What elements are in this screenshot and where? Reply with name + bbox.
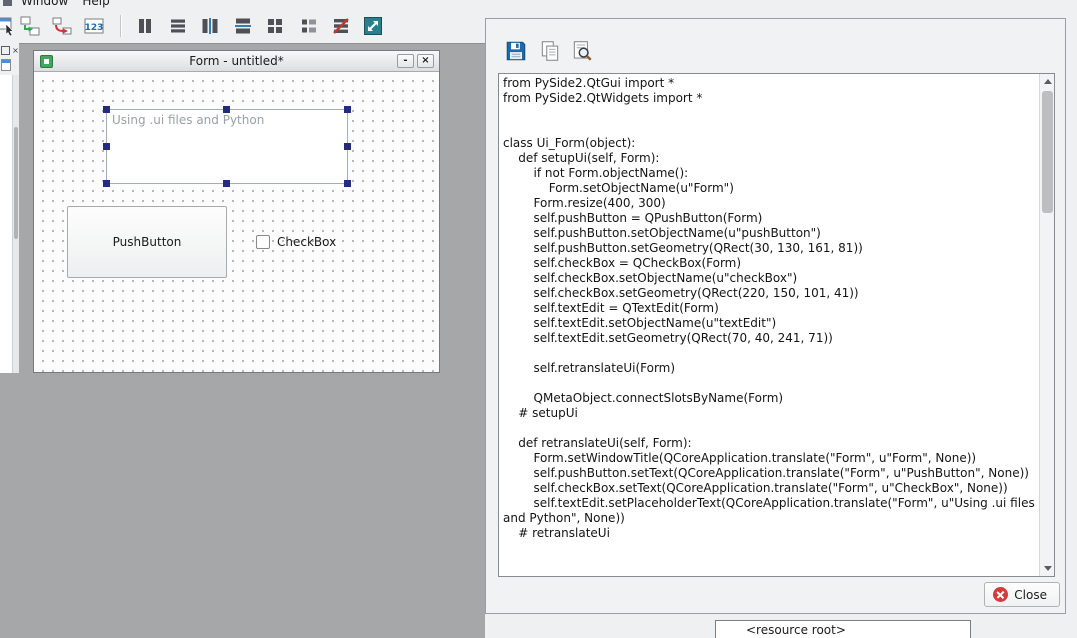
checkbox-label: CheckBox	[277, 235, 336, 249]
copy-icon[interactable]	[538, 39, 562, 63]
lay-out-vertically-in-splitter-icon[interactable]	[231, 14, 255, 38]
menubar: WindowHelp	[0, 0, 1077, 9]
close-button-label: Close	[1014, 588, 1047, 602]
resource-root-item[interactable]: <resource root>	[716, 621, 970, 637]
code-vertical-scrollbar[interactable]	[1039, 74, 1054, 576]
form-canvas[interactable]: Using .ui files and Python PushButton Ch…	[34, 72, 439, 372]
save-icon[interactable]	[504, 39, 528, 63]
form-window: Form - untitled* - × Using .ui files and…	[33, 50, 440, 373]
qt-designer-window: { "menubar": { "items": ["Window", "Help…	[0, 0, 1077, 638]
close-x-icon	[993, 587, 1008, 602]
adjust-size-icon[interactable]	[361, 14, 385, 38]
scroll-thumb[interactable]	[1042, 91, 1053, 213]
dock-close-icon[interactable]: ×	[11, 46, 20, 55]
widget-box-list[interactable]	[0, 75, 13, 373]
checkbox-widget[interactable]: CheckBox	[256, 234, 336, 250]
selection-handle[interactable]	[344, 180, 351, 187]
pushbutton-label: PushButton	[113, 235, 182, 249]
code-view[interactable]: from PySide2.QtGui import * from PySide2…	[498, 73, 1055, 577]
lay-out-in-form-layout-icon[interactable]	[297, 14, 321, 38]
toolbar-separator	[120, 15, 122, 37]
selection-handle[interactable]	[103, 180, 110, 187]
widget-box-scroll-thumb[interactable]	[14, 127, 18, 239]
form-minimize-button[interactable]: -	[397, 54, 414, 68]
find-icon[interactable]	[570, 39, 594, 63]
scroll-up-icon[interactable]	[1040, 74, 1055, 89]
edit-buddies-icon[interactable]	[50, 14, 74, 38]
code-dialog: from PySide2.QtGui import * from PySide2…	[485, 18, 1066, 614]
lay-out-vertically-icon[interactable]	[166, 14, 190, 38]
dock-float-icon[interactable]	[1, 46, 10, 55]
edit-tab-order-icon[interactable]: 123	[82, 14, 106, 38]
menu-icon	[3, 0, 12, 6]
selection-handle[interactable]	[103, 106, 110, 113]
textedit-placeholder: Using .ui files and Python	[107, 110, 347, 130]
checkbox-box	[256, 235, 270, 249]
code-text: from PySide2.QtGui import * from PySide2…	[499, 74, 1038, 576]
selection-handle[interactable]	[223, 106, 230, 113]
textedit-widget[interactable]: Using .ui files and Python	[106, 109, 348, 184]
pushbutton-widget[interactable]: PushButton	[67, 206, 227, 278]
selection-handle[interactable]	[223, 180, 230, 187]
scroll-down-icon[interactable]	[1040, 561, 1055, 576]
lay-out-horizontally-in-splitter-icon[interactable]	[198, 14, 222, 38]
selection-handle[interactable]	[344, 106, 351, 113]
widget-box-scrollbar[interactable]	[13, 75, 19, 373]
lay-out-in-grid-icon[interactable]	[263, 14, 287, 38]
break-layout-icon[interactable]	[329, 14, 353, 38]
edit-widgets-icon[interactable]	[0, 14, 19, 38]
form-title: Form - untitled*	[34, 51, 439, 72]
svg-text:123: 123	[85, 23, 104, 33]
menu-item-window[interactable]: Window	[14, 0, 75, 9]
widget-box-dock: ×	[0, 43, 19, 373]
form-titlebar[interactable]: Form - untitled* - ×	[34, 51, 439, 72]
menu-item-help[interactable]: Help	[75, 0, 116, 9]
edit-signals-slots-icon[interactable]	[18, 14, 42, 38]
form-close-button[interactable]: ×	[417, 54, 434, 68]
widget-box-item-icon	[1, 59, 11, 71]
dialog-close-button[interactable]: Close	[984, 582, 1060, 607]
lay-out-horizontally-icon[interactable]	[133, 14, 157, 38]
selection-handle[interactable]	[344, 143, 351, 150]
resource-browser: <resource root>	[715, 620, 971, 638]
selection-handle[interactable]	[103, 143, 110, 150]
